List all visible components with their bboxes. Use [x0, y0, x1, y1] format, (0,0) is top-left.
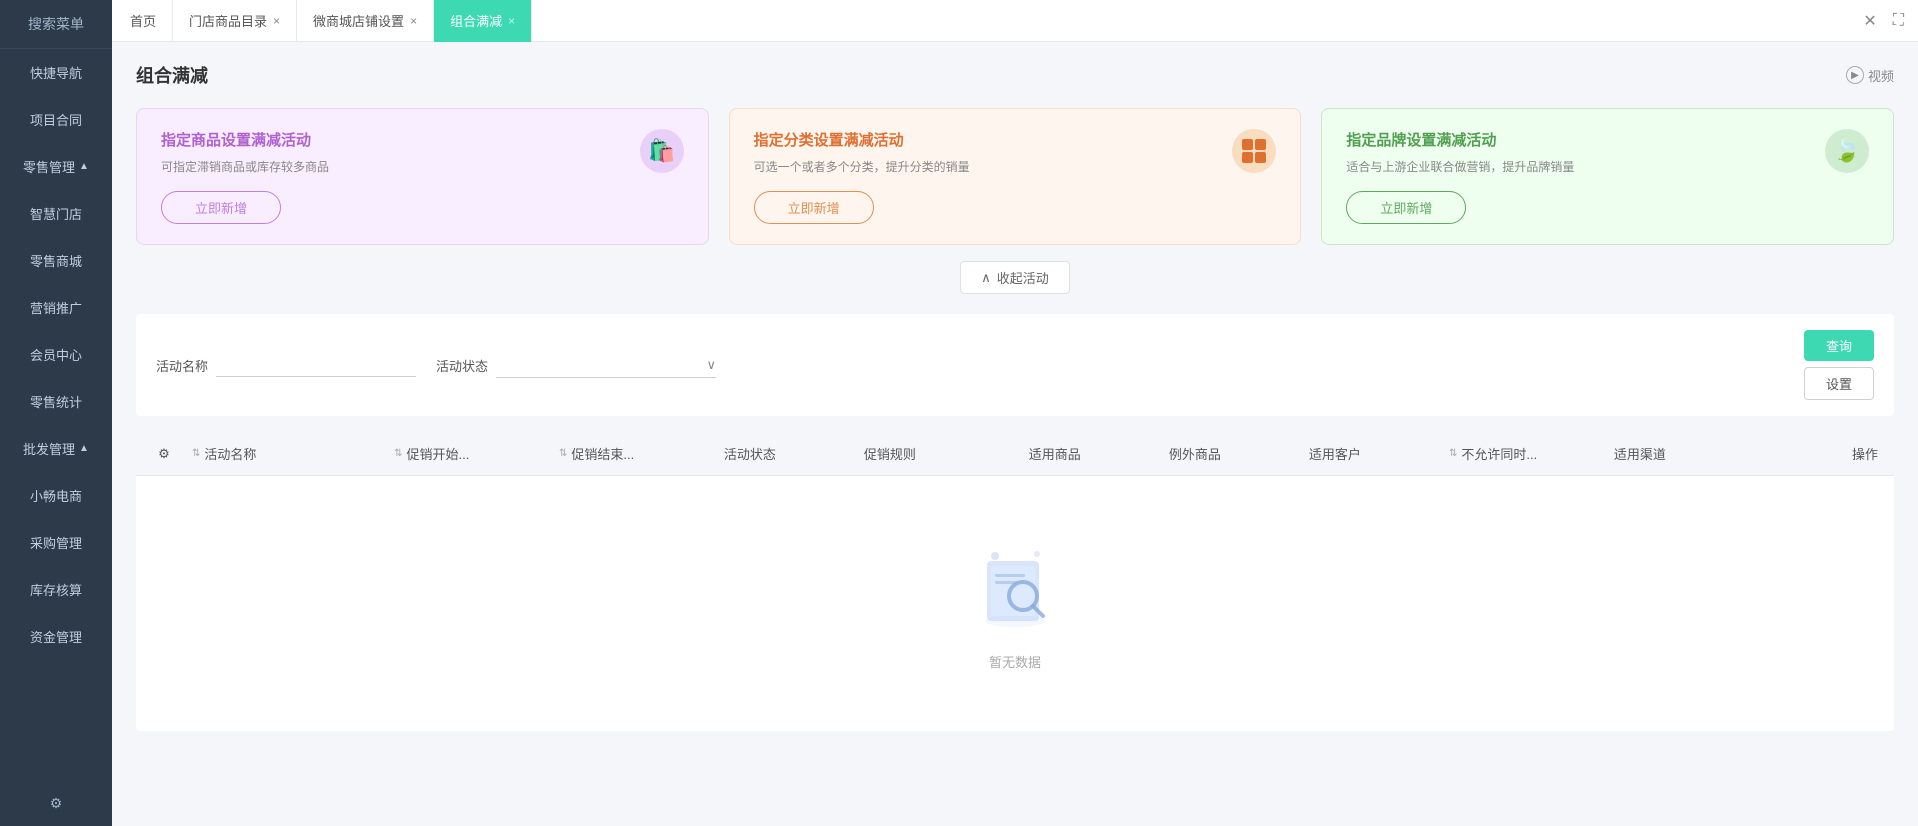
th-activity-status: 活动状态 — [716, 444, 856, 463]
tab-store-catalog[interactable]: 门店商品目录 × — [173, 0, 297, 42]
sidebar-item-xiaochangecm[interactable]: 小畅电商 — [0, 472, 112, 519]
sidebar-item-inventory-calc[interactable]: 库存核算 — [0, 566, 112, 613]
tab-close-store-catalog[interactable]: × — [273, 14, 280, 28]
activity-name-label: 活动名称 — [156, 356, 208, 375]
activity-name-field: 活动名称 — [156, 353, 416, 377]
tab-combo-discount[interactable]: 组合满减 × — [434, 0, 532, 42]
data-table: ⚙ ⇅ 活动名称 ⇅ 促销开始... ⇅ 促销结束... 活动状态 — [136, 432, 1894, 731]
th-no-simultaneous: ⇅ 不允许同时... — [1441, 444, 1606, 463]
collapse-activities-button[interactable]: ∧ 收起活动 — [960, 261, 1070, 294]
tab-bar: 首页 门店商品目录 × 微商城店铺设置 × 组合满减 × ✕ ⛶ — [112, 0, 1918, 42]
product-promo-card: 指定商品设置满减活动 🛍️ 可指定滞销商品或库存较多商品 立即新增 — [136, 108, 709, 245]
settings-button[interactable]: ⚙ — [0, 781, 112, 826]
sort-end-icon[interactable]: ⇅ — [559, 449, 567, 459]
th-operate: 操作 — [1746, 444, 1886, 463]
product-card-add-button[interactable]: 立即新增 — [161, 191, 281, 224]
sidebar-item-smart-store[interactable]: 智慧门店 — [0, 190, 112, 237]
activity-status-field: 活动状态 ∨ — [436, 353, 716, 378]
wholesale-expand-arrow: ▲ — [79, 443, 89, 454]
status-dropdown-arrow: ∨ — [707, 357, 717, 373]
activity-status-label: 活动状态 — [436, 356, 488, 375]
th-promo-end: ⇅ 促销结束... — [551, 444, 716, 463]
page-header: 组合满减 ▶ 视频 — [136, 62, 1894, 88]
sidebar-item-member-center[interactable]: 会员中心 — [0, 331, 112, 378]
table-header: ⚙ ⇅ 活动名称 ⇅ 促销开始... ⇅ 促销结束... 活动状态 — [136, 432, 1894, 476]
empty-state: 暂无数据 — [136, 476, 1894, 731]
th-promo-rule: 促销规则 — [856, 444, 1021, 463]
sidebar-item-wholesale-mgmt[interactable]: 批发管理 ▲ — [0, 425, 112, 472]
empty-illustration — [965, 536, 1065, 636]
sidebar-item-marketing[interactable]: 营销推广 — [0, 284, 112, 331]
th-gear[interactable]: ⚙ — [144, 446, 184, 462]
sidebar-item-retail-management[interactable]: 零售管理 ▲ — [0, 143, 112, 190]
video-circle-icon: ▶ — [1846, 66, 1864, 84]
gear-settings-icon[interactable]: ⚙ — [158, 446, 170, 462]
activity-name-input[interactable] — [216, 353, 416, 377]
collapse-icon: ∧ — [981, 270, 991, 286]
tab-close-combo-discount[interactable]: × — [508, 14, 515, 28]
th-activity-name: ⇅ 活动名称 — [184, 444, 386, 463]
setting-button[interactable]: 设置 — [1804, 367, 1874, 400]
sidebar-item-purchase-mgmt[interactable]: 采购管理 — [0, 519, 112, 566]
promo-cards-row: 指定商品设置满减活动 🛍️ 可指定滞销商品或库存较多商品 立即新增 指定分类设置… — [136, 108, 1894, 245]
tab-home[interactable]: 首页 — [122, 0, 173, 42]
sort-start-icon[interactable]: ⇅ — [394, 449, 402, 459]
brand-card-desc: 适合与上游企业联合做营销，提升品牌销量 — [1346, 158, 1869, 175]
sort-name-icon[interactable]: ⇅ — [192, 449, 200, 459]
search-buttons: 查询 设置 — [1804, 330, 1874, 400]
sidebar-item-project-contract[interactable]: 项目合同 — [0, 96, 112, 143]
tab-bar-right: ✕ ⛶ — [1859, 7, 1908, 35]
tab-close-wechat-store[interactable]: × — [410, 14, 417, 28]
collapse-bar: ∧ 收起活动 — [136, 261, 1894, 294]
sidebar-item-quick-nav[interactable]: 快捷导航 — [0, 49, 112, 96]
category-card-desc: 可选一个或者多个分类，提升分类的销量 — [754, 158, 1277, 175]
retail-expand-arrow: ▲ — [79, 161, 89, 172]
brand-card-add-button[interactable]: 立即新增 — [1346, 191, 1466, 224]
th-applicable-channel: 适用渠道 — [1606, 444, 1746, 463]
th-except-goods: 例外商品 — [1161, 444, 1301, 463]
product-card-desc: 可指定滞销商品或库存较多商品 — [161, 158, 684, 175]
fullscreen-icon[interactable]: ⛶ — [1889, 8, 1908, 34]
activity-status-select[interactable]: ∨ — [496, 353, 716, 378]
page-title: 组合满减 — [136, 62, 208, 88]
product-card-title: 指定商品设置满减活动 — [161, 129, 684, 150]
sidebar-item-retail-mall[interactable]: 零售商城 — [0, 237, 112, 284]
query-button[interactable]: 查询 — [1804, 330, 1874, 361]
th-applicable-goods: 适用商品 — [1021, 444, 1161, 463]
category-card-add-button[interactable]: 立即新增 — [754, 191, 874, 224]
sort-no-same-icon[interactable]: ⇅ — [1449, 449, 1457, 459]
empty-text: 暂无数据 — [989, 652, 1041, 671]
content-area: 组合满减 ▶ 视频 指定商品设置满减活动 🛍️ 可指定滞销商品或库存较多商品 立… — [112, 42, 1918, 826]
search-bar: 活动名称 活动状态 ∨ 查询 设置 — [136, 314, 1894, 416]
th-promo-start: ⇅ 促销开始... — [386, 444, 551, 463]
product-card-icon: 🛍️ — [640, 129, 684, 173]
category-promo-card: 指定分类设置满减活动 可选一个或者多个分类，提升分类的销量 立即新增 — [729, 108, 1302, 245]
sidebar-search[interactable]: 搜索菜单 — [0, 0, 112, 49]
main-area: 首页 门店商品目录 × 微商城店铺设置 × 组合满减 × ✕ ⛶ 组合满减 ▶ … — [112, 0, 1918, 826]
sidebar-item-retail-stats[interactable]: 零售统计 — [0, 378, 112, 425]
brand-card-title: 指定品牌设置满减活动 — [1346, 129, 1869, 150]
sidebar: 搜索菜单 快捷导航 项目合同 零售管理 ▲ 智慧门店 零售商城 营销推广 会员中… — [0, 0, 112, 826]
th-applicable-customer: 适用客户 — [1301, 444, 1441, 463]
category-card-title: 指定分类设置满减活动 — [754, 129, 1277, 150]
sidebar-item-fund-mgmt[interactable]: 资金管理 — [0, 613, 112, 660]
video-link[interactable]: ▶ 视频 — [1846, 66, 1894, 85]
brand-promo-card: 指定品牌设置满减活动 🍃 适合与上游企业联合做营销，提升品牌销量 立即新增 — [1321, 108, 1894, 245]
close-window-icon[interactable]: ✕ — [1859, 7, 1880, 35]
tab-wechat-store[interactable]: 微商城店铺设置 × — [297, 0, 434, 42]
brand-card-icon: 🍃 — [1825, 129, 1869, 173]
